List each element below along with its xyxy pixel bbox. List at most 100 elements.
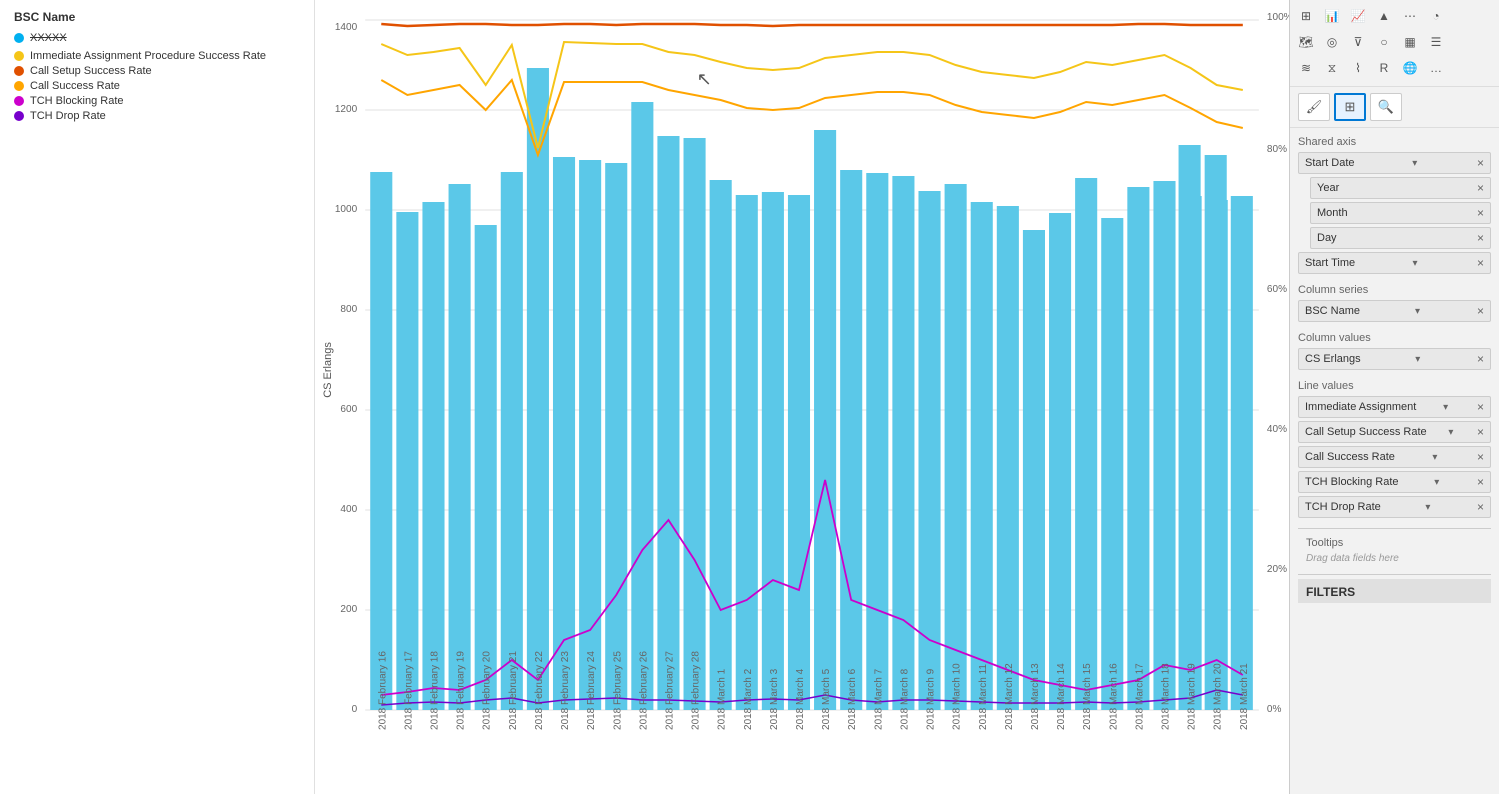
- legend-label-tch-blocking: TCH Blocking Rate: [30, 95, 124, 107]
- pie-icon[interactable]: ◔: [1424, 4, 1448, 28]
- field-immediate-assignment[interactable]: Immediate Assignment ▾ ×: [1298, 396, 1491, 418]
- immediate-assignment-line: [381, 42, 1243, 148]
- column-series-label: Column series: [1298, 284, 1491, 296]
- year-remove[interactable]: ×: [1477, 181, 1484, 195]
- legend-item-call-success: Call Success Rate: [14, 80, 300, 92]
- svg-text:2018 March 1: 2018 March 1: [717, 668, 728, 730]
- bars-group: [370, 68, 1253, 710]
- bsc-name-label: BSC Name: [14, 10, 300, 24]
- custom-icon[interactable]: …: [1424, 56, 1448, 80]
- bar-mar5: [814, 130, 836, 710]
- field-bsc-name[interactable]: BSC Name ▾ ×: [1298, 300, 1491, 322]
- css-remove[interactable]: ×: [1477, 425, 1484, 439]
- line-chart-icon[interactable]: 📈: [1346, 4, 1370, 28]
- filters-divider: [1298, 574, 1491, 575]
- day-remove[interactable]: ×: [1477, 231, 1484, 245]
- y-right-0: 0%: [1267, 704, 1282, 715]
- combo-icon[interactable]: ⧖: [1320, 56, 1344, 80]
- bar-mar8: [892, 176, 914, 710]
- y-tick-1400: 1400: [335, 22, 358, 33]
- y-tick-400: 400: [340, 504, 357, 515]
- y-tick-800: 800: [340, 304, 357, 315]
- y-right-60: 60%: [1267, 284, 1287, 295]
- card-icon[interactable]: ☰: [1424, 30, 1448, 54]
- y-right-80: 80%: [1267, 144, 1287, 155]
- bar-mar23: [1231, 196, 1253, 710]
- bsc-name-item: XXXXX: [14, 32, 300, 44]
- call-setup-line: [381, 24, 1243, 26]
- legend-dot-tch-drop: [14, 111, 24, 121]
- bar-mar18: [1153, 181, 1175, 710]
- bar-mar21: [1179, 145, 1201, 710]
- section-divider: [1298, 528, 1491, 529]
- start-date-remove[interactable]: ×: [1477, 156, 1484, 170]
- tdr-arrow: ▾: [1425, 502, 1430, 513]
- svg-text:2018 March 13: 2018 March 13: [1030, 663, 1041, 730]
- field-month[interactable]: Month ×: [1310, 202, 1491, 224]
- field-tch-drop[interactable]: TCH Drop Rate ▾ ×: [1298, 496, 1491, 518]
- map-icon[interactable]: 🗺: [1294, 30, 1318, 54]
- treemap-icon[interactable]: ▦: [1398, 30, 1422, 54]
- bar-mar4: [788, 195, 810, 710]
- area-chart-icon[interactable]: ▲: [1372, 4, 1396, 28]
- svg-text:2018 February 18: 2018 February 18: [429, 651, 440, 730]
- field-year[interactable]: Year ×: [1310, 177, 1491, 199]
- gauge-icon[interactable]: ◎: [1320, 30, 1344, 54]
- legend-label-immediate-assignment: Immediate Assignment Procedure Success R…: [30, 50, 266, 62]
- table-icon[interactable]: ⊞: [1294, 4, 1318, 28]
- drag-hint: Drag data fields here: [1298, 551, 1491, 570]
- y-tick-1000: 1000: [335, 204, 358, 215]
- svg-text:2018 March 5: 2018 March 5: [821, 668, 832, 730]
- field-tch-blocking[interactable]: TCH Blocking Rate ▾ ×: [1298, 471, 1491, 493]
- bar-feb27: [657, 136, 679, 710]
- bsc-name-arrow: ▾: [1415, 306, 1420, 317]
- bar-feb28: [684, 138, 706, 710]
- bar-feb16: [370, 172, 392, 710]
- svg-text:2018 March 19: 2018 March 19: [1187, 663, 1198, 730]
- svg-text:2018 February 22: 2018 February 22: [534, 651, 545, 730]
- format-paint-btn[interactable]: 🖌: [1298, 93, 1330, 121]
- y-tick-200: 200: [340, 604, 357, 615]
- svg-text:2018 February 23: 2018 February 23: [560, 651, 571, 730]
- csr-remove[interactable]: ×: [1477, 450, 1484, 464]
- bar-feb18: [422, 202, 444, 710]
- ia-remove[interactable]: ×: [1477, 400, 1484, 414]
- column-values-label: Column values: [1298, 332, 1491, 344]
- filters-header: FILTERS: [1298, 579, 1491, 603]
- legend-dot-tch-blocking: [14, 96, 24, 106]
- web-icon[interactable]: 🌐: [1398, 56, 1422, 80]
- cs-erlangs-remove[interactable]: ×: [1477, 352, 1484, 366]
- donut-icon[interactable]: ○: [1372, 30, 1396, 54]
- svg-text:2018 February 21: 2018 February 21: [508, 651, 519, 730]
- tdr-remove[interactable]: ×: [1477, 500, 1484, 514]
- scatter-icon[interactable]: ⋯: [1398, 4, 1422, 28]
- bar-feb21: [501, 172, 523, 710]
- bar-chart-icon[interactable]: 📊: [1320, 4, 1344, 28]
- right-panel: ⊞ 📊 📈 ▲ ⋯ ◔ 🗺 ◎ ⊽ ○ ▦ ☰ ≋ ⧖ ⌇ R 🌐 … 🖌 ⊞ …: [1289, 0, 1499, 794]
- start-date-arrow: ▾: [1412, 158, 1417, 169]
- start-time-remove[interactable]: ×: [1477, 256, 1484, 270]
- shape-icon[interactable]: R: [1372, 56, 1396, 80]
- fields-btn[interactable]: ⊞: [1334, 93, 1366, 121]
- month-remove[interactable]: ×: [1477, 206, 1484, 220]
- funnel-icon[interactable]: ⊽: [1346, 30, 1370, 54]
- svg-text:2018 March 10: 2018 March 10: [952, 663, 963, 730]
- viz-select-row: 🖌 ⊞ 🔍: [1290, 87, 1499, 128]
- bar-mar12: [997, 206, 1019, 710]
- field-day[interactable]: Day ×: [1310, 227, 1491, 249]
- field-start-time[interactable]: Start Time ▾ ×: [1298, 252, 1491, 274]
- field-call-success-rate[interactable]: Call Success Rate ▾ ×: [1298, 446, 1491, 468]
- legend-item-immediate-assignment: Immediate Assignment Procedure Success R…: [14, 50, 300, 62]
- field-start-date[interactable]: Start Date ▾ ×: [1298, 152, 1491, 174]
- waterfall-icon[interactable]: ≋: [1294, 56, 1318, 80]
- bar-mar3: [762, 192, 784, 710]
- bsc-name-remove[interactable]: ×: [1477, 304, 1484, 318]
- ribbon-icon[interactable]: ⌇: [1346, 56, 1370, 80]
- field-call-setup-success[interactable]: Call Setup Success Rate ▾ ×: [1298, 421, 1491, 443]
- field-cs-erlangs[interactable]: CS Erlangs ▾ ×: [1298, 348, 1491, 370]
- tbr-remove[interactable]: ×: [1477, 475, 1484, 489]
- bar-mar13: [1023, 230, 1045, 710]
- analytics-btn[interactable]: 🔍: [1370, 93, 1402, 121]
- bsc-name-value: XXXXX: [30, 32, 67, 44]
- bar-mar1: [710, 180, 732, 710]
